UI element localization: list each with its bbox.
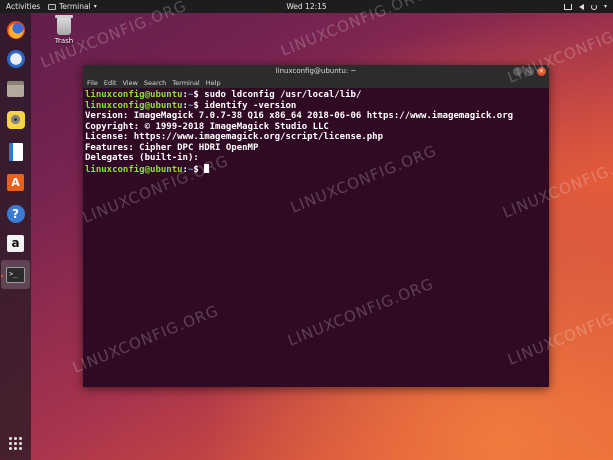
terminal-icon: >_ <box>6 266 25 283</box>
menu-file[interactable]: File <box>87 78 98 88</box>
firefox-icon <box>6 20 25 39</box>
desktop-trash[interactable]: Trash <box>48 15 80 45</box>
dock-item-amazon[interactable]: a <box>4 232 27 255</box>
clock[interactable]: Wed 12:15 <box>0 0 613 13</box>
app-grid-icon <box>8 436 23 451</box>
top-bar: Activities Terminal ▾ Wed 12:15 ▾ <box>0 0 613 13</box>
prompt-symbol: $ <box>193 100 205 111</box>
files-icon <box>7 80 24 97</box>
system-tray[interactable]: ▾ <box>563 0 607 13</box>
minimize-button[interactable]: – <box>513 67 522 76</box>
prompt-symbol: $ <box>193 164 205 175</box>
menu-search[interactable]: Search <box>144 78 166 88</box>
show-applications-button[interactable] <box>4 432 27 455</box>
power-icon <box>590 3 597 10</box>
command-text: sudo ldconfig /usr/local/lib/ <box>204 90 362 100</box>
dock-item-terminal[interactable]: >_ <box>1 260 30 289</box>
trash-label: Trash <box>54 37 74 45</box>
window-titlebar[interactable]: linuxconfig@ubuntu: ~ – □ × <box>83 65 549 78</box>
menu-bar: File Edit View Search Terminal Help <box>83 78 549 88</box>
thunderbird-icon <box>6 49 25 68</box>
text-cursor <box>204 163 210 173</box>
maximize-button[interactable]: □ <box>525 67 534 76</box>
menu-terminal[interactable]: Terminal <box>172 78 199 88</box>
terminal-output[interactable]: linuxconfig@ubuntu:~$ sudo ldconfig /usr… <box>83 88 549 387</box>
help-icon: ? <box>6 204 25 223</box>
menu-view[interactable]: View <box>122 78 137 88</box>
prompt-user: linuxconfig@ubuntu <box>85 100 183 111</box>
prompt-user: linuxconfig@ubuntu <box>85 90 183 100</box>
terminal-output-line: Copyright: © 1999-2018 ImageMagick Studi… <box>85 121 329 132</box>
terminal-command-line: linuxconfig@ubuntu:~$ sudo ldconfig /usr… <box>85 90 547 101</box>
writer-icon <box>8 142 23 161</box>
store-icon: A <box>7 174 24 191</box>
network-icon <box>563 3 572 10</box>
dock-item-firefox[interactable] <box>4 18 27 41</box>
dock-item-help[interactable]: ? <box>4 202 27 225</box>
menu-help[interactable]: Help <box>206 78 221 88</box>
dock-item-software[interactable]: A <box>4 171 27 194</box>
terminal-output-line: Features: Cipher DPC HDRI OpenMP <box>85 142 259 153</box>
trash-icon <box>55 15 73 35</box>
chevron-down-icon: ▾ <box>603 3 607 10</box>
prompt-symbol: $ <box>193 90 205 100</box>
dock-item-writer[interactable] <box>4 140 27 163</box>
running-indicator <box>1 275 3 277</box>
dock: A ? a >_ <box>0 13 31 460</box>
close-button[interactable]: × <box>537 67 546 76</box>
terminal-output-line: Version: ImageMagick 7.0.7-38 Q16 x86_64… <box>85 111 514 121</box>
prompt-user: linuxconfig@ubuntu <box>85 164 183 175</box>
terminal-command-line: linuxconfig@ubuntu:~$ <box>85 163 547 176</box>
rhythmbox-icon <box>6 110 25 129</box>
terminal-output-line: License: https://www.imagemagick.org/scr… <box>85 132 384 142</box>
window-title: linuxconfig@ubuntu: ~ <box>275 67 357 75</box>
command-text: identify -version <box>204 100 297 111</box>
dock-item-rhythmbox[interactable] <box>4 108 27 131</box>
volume-icon <box>578 3 584 10</box>
menu-edit[interactable]: Edit <box>104 78 117 88</box>
terminal-output-line: Delegates (built-in): <box>85 153 199 163</box>
terminal-command-line: linuxconfig@ubuntu:~$ identify -version <box>85 101 547 112</box>
dock-item-files[interactable] <box>4 77 27 100</box>
terminal-window[interactable]: linuxconfig@ubuntu: ~ – □ × File Edit Vi… <box>83 65 549 387</box>
amazon-icon: a <box>7 235 24 252</box>
dock-item-thunderbird[interactable] <box>4 47 27 70</box>
